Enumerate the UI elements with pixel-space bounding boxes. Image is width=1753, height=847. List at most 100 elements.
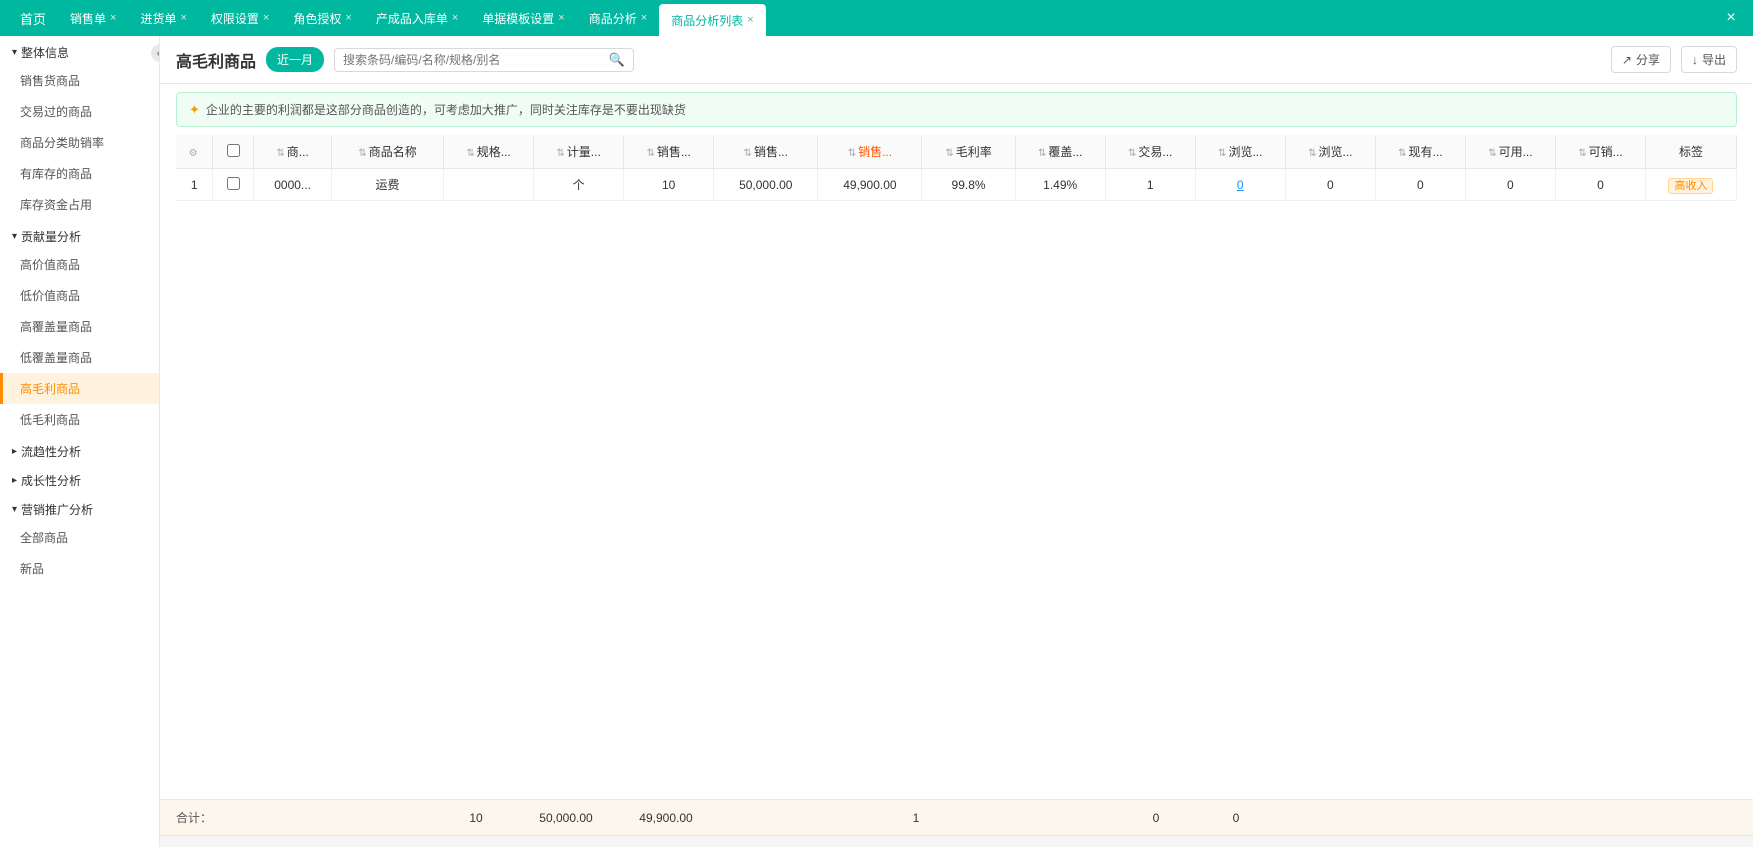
export-icon: ↓: [1692, 53, 1698, 67]
arrow-down-icon: ▾: [12, 47, 17, 58]
export-button[interactable]: ↓ 导出: [1681, 46, 1737, 73]
sidebar-item-category-assist[interactable]: 商品分类助销率: [0, 127, 159, 158]
sidebar-item-low-value[interactable]: 低价值商品: [0, 280, 159, 311]
col-sales-qty[interactable]: ⇅销售...: [624, 135, 714, 169]
row-checkbox[interactable]: [227, 177, 240, 190]
close-roles-tab[interactable]: ×: [345, 12, 351, 24]
share-icon: ↗: [1622, 53, 1632, 67]
col-spec[interactable]: ⇅规格...: [444, 135, 534, 169]
sidebar-item-high-value[interactable]: 高价值商品: [0, 249, 159, 280]
col-browse1[interactable]: ⇅浏览...: [1195, 135, 1285, 169]
nav-sales[interactable]: 销售单 ×: [58, 0, 128, 36]
high-income-tag: 高收入: [1668, 178, 1713, 194]
cell-code: 0000...: [254, 169, 332, 201]
col-settings[interactable]: ⚙: [176, 135, 213, 169]
filter-recent-month-button[interactable]: 近一月: [266, 47, 324, 72]
info-tip: ✦ 企业的主要的利润都是这部分商品创造的，可考虑加大推广，同时关注库存是不要出现…: [176, 92, 1737, 127]
sidebar-group-contribution[interactable]: ▾ 贡献量分析: [0, 220, 159, 249]
sidebar-item-stock-fund[interactable]: 库存资金占用: [0, 189, 159, 220]
arrow-right-icon-2: ▸: [12, 475, 17, 486]
horizontal-scrollbar[interactable]: [160, 835, 1753, 847]
col-browse2[interactable]: ⇅浏览...: [1285, 135, 1375, 169]
cell-current-stock: 0: [1375, 169, 1465, 201]
col-sales-profit[interactable]: ⇅销售...: [818, 135, 922, 169]
table-row: 1 0000... 运费 个 10 50,000.00 49,900.00 99…: [176, 169, 1737, 201]
cell-sales-qty: 10: [624, 169, 714, 201]
footer-transaction: 1: [876, 811, 956, 825]
cell-sales-profit: 49,900.00: [818, 169, 922, 201]
close-permissions-tab[interactable]: ×: [263, 12, 269, 24]
share-button[interactable]: ↗ 分享: [1611, 46, 1671, 73]
sidebar-item-high-margin[interactable]: 高毛利商品: [0, 373, 159, 404]
col-coverage[interactable]: ⇅覆盖...: [1015, 135, 1105, 169]
cell-tag: 高收入: [1645, 169, 1736, 201]
sidebar-item-all-goods[interactable]: 全部商品: [0, 522, 159, 553]
sidebar-item-traded-goods[interactable]: 交易过的商品: [0, 96, 159, 127]
cell-gross-margin: 99.8%: [922, 169, 1015, 201]
col-sellable[interactable]: ⇅可销...: [1555, 135, 1645, 169]
cell-browse1[interactable]: 0: [1195, 169, 1285, 201]
arrow-right-icon: ▸: [12, 446, 17, 457]
cell-browse2: 0: [1285, 169, 1375, 201]
cell-sales-amount: 50,000.00: [714, 169, 818, 201]
arrow-down-icon-2: ▾: [12, 231, 17, 242]
col-tag[interactable]: 标签: [1645, 135, 1736, 169]
close-analysis-list-tab[interactable]: ×: [747, 14, 753, 26]
close-window-button[interactable]: ×: [1717, 4, 1745, 32]
footer-total: 合计： 10 50,000.00 49,900.00 1 0 0: [160, 799, 1753, 835]
footer-current-stock: 0: [1116, 811, 1196, 825]
cell-spec: [444, 169, 534, 201]
sidebar-item-new-goods[interactable]: 新品: [0, 553, 159, 584]
cell-name: 运费: [332, 169, 444, 201]
nav-home[interactable]: 首页: [8, 0, 58, 36]
col-code[interactable]: ⇅商...: [254, 135, 332, 169]
main-layout: « ▾ 整体信息 销售货商品 交易过的商品 商品分类助销率 有库存的商品 库存资…: [0, 36, 1753, 847]
nav-permissions[interactable]: 权限设置 ×: [199, 0, 281, 36]
nav-template-settings[interactable]: 单据模板设置 ×: [470, 0, 576, 36]
nav-product-inbound[interactable]: 产成品入库单 ×: [364, 0, 470, 36]
close-purchase-tab[interactable]: ×: [180, 12, 186, 24]
page-title: 高毛利商品: [176, 48, 256, 72]
sidebar-group-trend[interactable]: ▸ 流趋性分析: [0, 435, 159, 464]
col-transaction[interactable]: ⇅交易...: [1105, 135, 1195, 169]
sidebar-item-in-stock[interactable]: 有库存的商品: [0, 158, 159, 189]
cell-available-stock: 0: [1465, 169, 1555, 201]
nav-roles[interactable]: 角色授权 ×: [281, 0, 363, 36]
close-sales-tab[interactable]: ×: [110, 12, 116, 24]
sidebar-group-growth[interactable]: ▸ 成长性分析: [0, 464, 159, 493]
col-sales-amount[interactable]: ⇅销售...: [714, 135, 818, 169]
col-gross-margin[interactable]: ⇅毛利率: [922, 135, 1015, 169]
cell-checkbox[interactable]: [213, 169, 254, 201]
col-name[interactable]: ⇅商品名称: [332, 135, 444, 169]
search-icon: 🔍: [609, 52, 625, 68]
nav-product-analysis[interactable]: 商品分析 ×: [577, 0, 659, 36]
top-navigation: 首页 销售单 × 进货单 × 权限设置 × 角色授权 × 产成品入库单 × 单据…: [0, 0, 1753, 36]
sidebar-item-low-margin[interactable]: 低毛利商品: [0, 404, 159, 435]
data-table-wrapper: ⚙ ⇅商... ⇅商品名称 ⇅规格... ⇅计量... ⇅销售... ⇅销售..…: [160, 135, 1753, 799]
col-unit[interactable]: ⇅计量...: [534, 135, 624, 169]
sidebar-item-sales-goods[interactable]: 销售货商品: [0, 65, 159, 96]
close-analysis-tab[interactable]: ×: [641, 12, 647, 24]
cell-index: 1: [176, 169, 213, 201]
lightbulb-icon: ✦: [189, 102, 200, 118]
close-template-tab[interactable]: ×: [558, 12, 564, 24]
col-checkbox[interactable]: [213, 135, 254, 169]
sidebar: « ▾ 整体信息 销售货商品 交易过的商品 商品分类助销率 有库存的商品 库存资…: [0, 36, 160, 847]
cell-sellable: 0: [1555, 169, 1645, 201]
nav-purchase[interactable]: 进货单 ×: [128, 0, 198, 36]
col-available-stock[interactable]: ⇅可用...: [1465, 135, 1555, 169]
browse1-link[interactable]: 0: [1237, 178, 1244, 192]
select-all-checkbox[interactable]: [227, 144, 240, 157]
sidebar-group-marketing[interactable]: ▾ 营销推广分析: [0, 493, 159, 522]
sidebar-group-overall[interactable]: ▾ 整体信息: [0, 36, 159, 65]
total-label: 合计：: [176, 809, 256, 826]
sidebar-item-low-coverage[interactable]: 低覆盖量商品: [0, 342, 159, 373]
search-box: 🔍: [334, 48, 634, 72]
cell-unit: 个: [534, 169, 624, 201]
arrow-down-icon-3: ▾: [12, 504, 17, 515]
search-input[interactable]: [343, 53, 609, 67]
close-inbound-tab[interactable]: ×: [452, 12, 458, 24]
nav-product-analysis-list[interactable]: 商品分析列表 ×: [659, 4, 765, 36]
sidebar-item-high-coverage[interactable]: 高覆盖量商品: [0, 311, 159, 342]
col-current-stock[interactable]: ⇅现有...: [1375, 135, 1465, 169]
